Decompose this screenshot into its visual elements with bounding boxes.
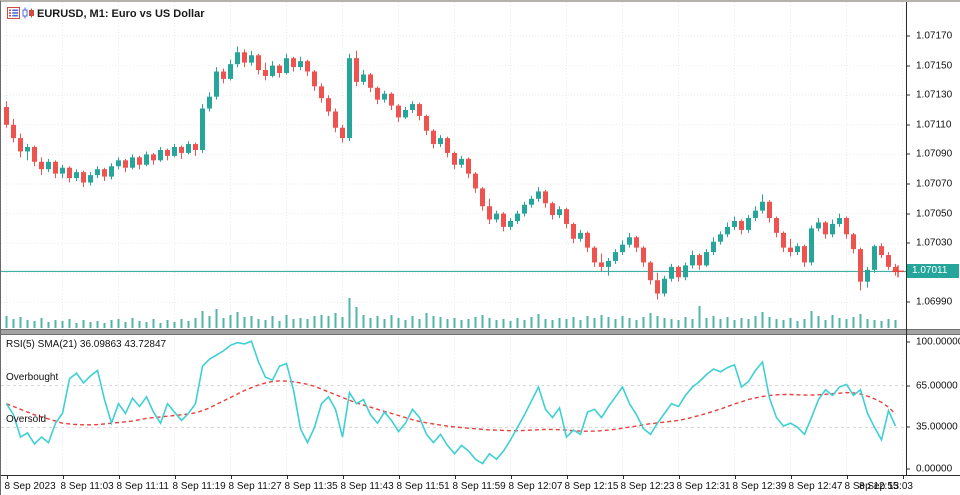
symbol-title: EURUSD, M1: Euro vs US Dollar <box>37 8 205 20</box>
main-chart-panel[interactable] <box>1 2 960 329</box>
price-axis-label: 1.07150 <box>916 60 953 72</box>
time-tick <box>398 476 400 479</box>
main-chart-canvas[interactable] <box>1 2 960 329</box>
time-tick <box>734 476 736 479</box>
price-axis-label: 1.06990 <box>916 296 953 308</box>
time-axis-label: 8 Sep 12:23 <box>620 481 675 492</box>
time-tick <box>174 476 176 479</box>
axis-separator <box>906 2 907 475</box>
trading-chart-window: EURUSD, M1: Euro vs US Dollar RSI(5) SMA… <box>0 0 960 495</box>
time-axis-label: 8 Sep 11:19 <box>172 481 226 492</box>
panel-divider[interactable] <box>1 329 960 335</box>
price-axis-label: 1.07130 <box>916 89 953 101</box>
time-tick <box>118 476 120 479</box>
price-axis-label: 1.07110 <box>916 119 952 131</box>
time-axis-label: 8 Sep 12:07 <box>508 481 563 492</box>
time-axis-label: 8 Sep 2023 <box>4 481 56 492</box>
current-price-badge: 1.07011 <box>907 264 959 278</box>
time-tick <box>342 476 344 479</box>
price-axis-label: 1.07070 <box>916 178 953 190</box>
time-tick <box>62 476 64 479</box>
price-axis-label: 1.07050 <box>916 208 953 220</box>
time-axis[interactable]: 8 Sep 2023 8 Sep 11:03 8 Sep 11:11 8 Sep 11… <box>1 475 960 495</box>
time-tick <box>846 476 848 479</box>
quotes-list-icon <box>7 7 20 19</box>
time-axis-label: 8 Sep 11:27 <box>228 481 282 492</box>
oversold-label: Oversold <box>6 414 47 425</box>
price-axis-label: 1.07170 <box>916 30 953 42</box>
rsi-axis-label: 35.00000 <box>916 421 958 433</box>
time-axis-label: 8 Sep 11:59 <box>452 481 506 492</box>
time-axis-label: 8 Sep 11:35 <box>284 481 338 492</box>
rsi-line <box>5 340 897 465</box>
time-axis-label: 8 Sep 11:51 <box>396 481 450 492</box>
time-axis-label: 8 Sep 11:03 <box>60 481 114 492</box>
time-axis-label: 8 Sep 13:03 <box>859 481 913 492</box>
rsi-axis[interactable]: 100.00000 65.00000 35.00000 0.00000 <box>906 336 960 475</box>
rsi-axis-label: 100.00000 <box>916 336 960 348</box>
time-tick <box>286 476 288 479</box>
price-axis[interactable]: 1.07170 1.07150 1.07130 1.07110 1.07090 1.070… <box>906 2 960 329</box>
rsi-indicator-label: RSI(5) SMA(21) 36.09863 43.72847 <box>6 339 167 350</box>
time-tick <box>678 476 680 479</box>
candlestick-chart-icon <box>22 7 36 19</box>
time-tick <box>6 476 8 479</box>
rsi-indicator-panel[interactable]: RSI(5) SMA(21) 36.09863 43.72847 Overbou… <box>1 336 960 475</box>
candles <box>4 46 898 300</box>
time-tick <box>902 476 904 479</box>
price-axis-label: 1.07030 <box>916 237 953 249</box>
time-tick <box>790 476 792 479</box>
time-axis-label: 8 Sep 12:31 <box>676 481 731 492</box>
time-tick <box>454 476 456 479</box>
time-tick <box>230 476 232 479</box>
rsi-axis-label: 0.00000 <box>916 463 953 475</box>
overbought-label: Overbought <box>6 372 59 383</box>
time-axis-label: 8 Sep 12:15 <box>564 481 619 492</box>
time-axis-label: 8 Sep 11:43 <box>340 481 394 492</box>
time-tick <box>510 476 512 479</box>
rsi-axis-label: 65.00000 <box>916 380 958 392</box>
rsi-canvas[interactable] <box>1 336 960 475</box>
time-tick <box>622 476 624 479</box>
time-axis-label: 8 Sep 12:47 <box>788 481 843 492</box>
time-axis-label: 8 Sep 12:39 <box>732 481 787 492</box>
price-axis-label: 1.07090 <box>916 148 953 160</box>
time-axis-label: 8 Sep 11:11 <box>116 481 169 492</box>
time-tick <box>566 476 568 479</box>
